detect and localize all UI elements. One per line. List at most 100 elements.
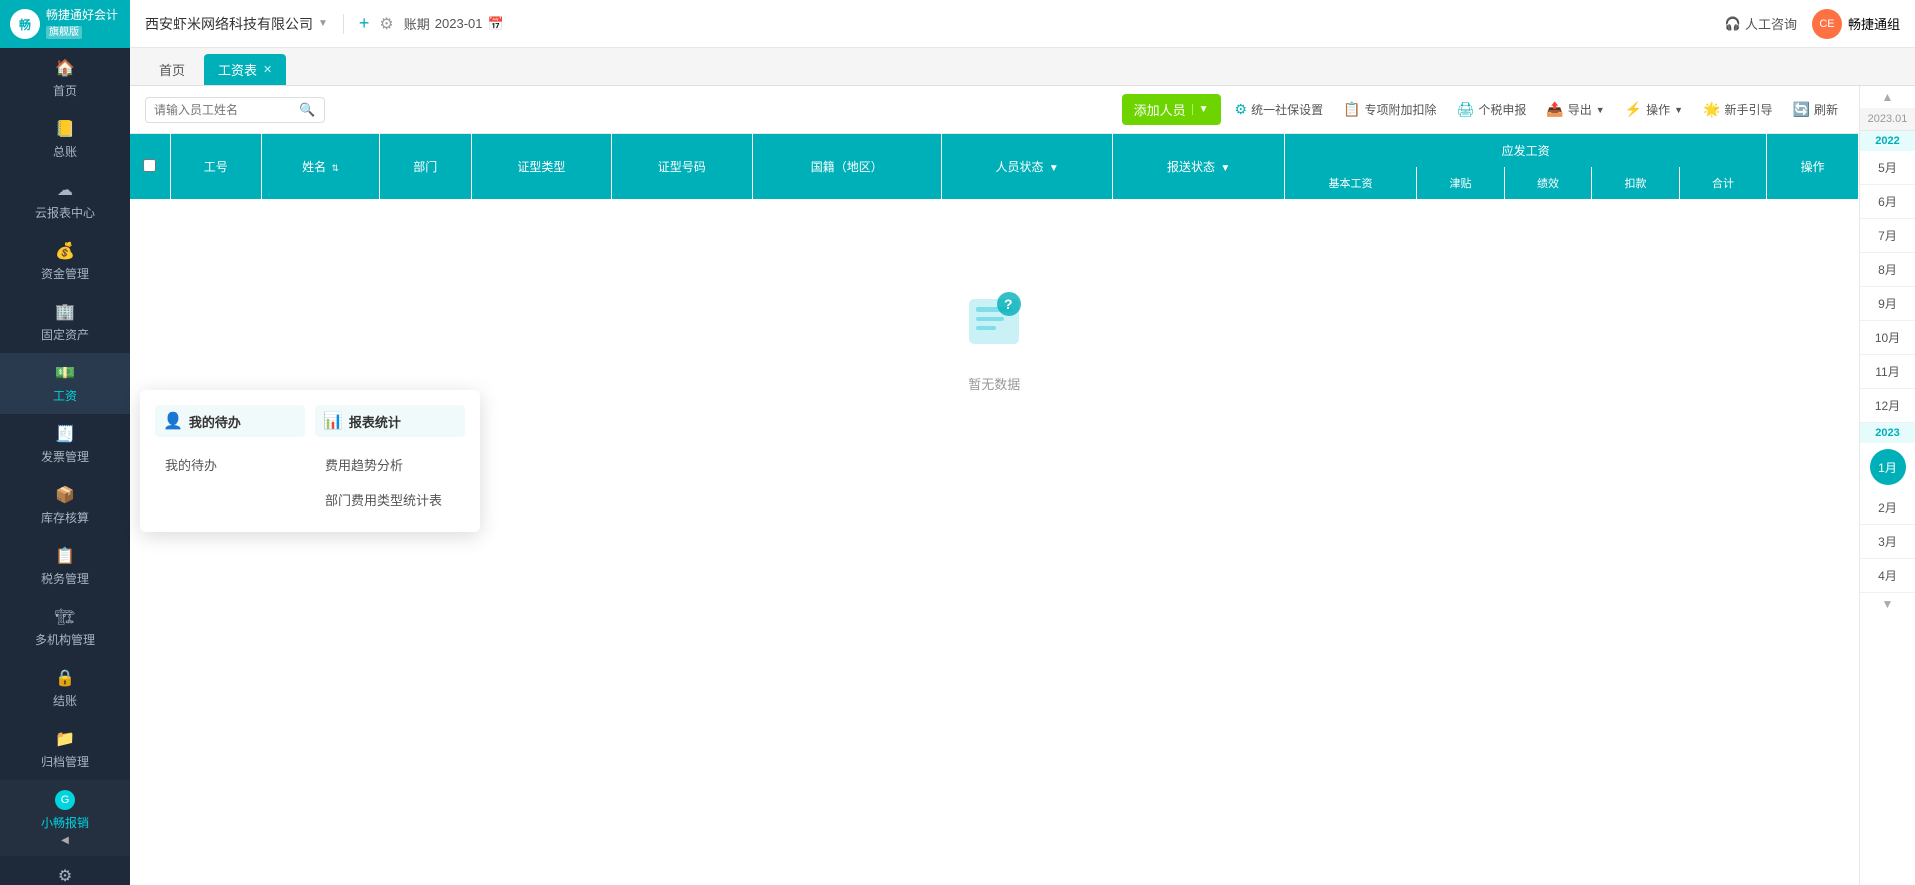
th-nationality: 国籍（地区） <box>752 134 941 199</box>
add-company-button[interactable]: + <box>359 13 370 34</box>
user-menu[interactable]: CE 畅捷通组 <box>1812 9 1900 39</box>
tabbar: 首页 工资表 ✕ <box>130 48 1915 86</box>
popup-item-my-pending[interactable]: 我的待办 <box>155 447 305 482</box>
sidebar-item-multi-org[interactable]: 🏗 多机构管理 <box>0 597 130 658</box>
month-2023-3[interactable]: 3月 <box>1860 525 1915 559</box>
popup-item-dept-cost[interactable]: 部门费用类型统计表 <box>315 482 465 517</box>
export-action[interactable]: 📤 导出 ▼ <box>1540 97 1610 122</box>
popup-item-cost-trend[interactable]: 费用趋势分析 <box>315 447 465 482</box>
checkbox-header[interactable] <box>130 134 170 199</box>
operation-icon: ⚡ <box>1625 101 1642 118</box>
fund-icon: 💰 <box>55 241 75 261</box>
month-nav-up[interactable]: ▲ <box>1860 86 1915 108</box>
invoice-icon: 🧾 <box>55 424 75 444</box>
tab-salary[interactable]: 工资表 ✕ <box>204 54 286 85</box>
topbar-divider-1 <box>343 14 344 34</box>
sidebar-item-basic[interactable]: ⚙ 基础设置 <box>0 856 130 885</box>
sidebar-item-invoice[interactable]: 🧾 发票管理 <box>0 414 130 475</box>
month-2022-7[interactable]: 7月 <box>1860 219 1915 253</box>
month-2022-8[interactable]: 8月 <box>1860 253 1915 287</box>
popup-section-2-title: 📊 报表统计 <box>315 405 465 437</box>
multi-org-icon: 🏗 <box>55 607 75 627</box>
company-dropdown-arrow: ▼ <box>318 18 328 29</box>
month-2022-11[interactable]: 11月 <box>1860 355 1915 389</box>
headset-icon: 🎧 <box>1725 16 1741 32</box>
sidebar-item-fund[interactable]: 💰 资金管理 <box>0 231 130 292</box>
sidebar-item-closing[interactable]: 🔒 结账 <box>0 658 130 719</box>
sidebar-item-xiaochang[interactable]: G 小畅报销 ◀ <box>0 780 130 856</box>
month-2023-4[interactable]: 4月 <box>1860 559 1915 593</box>
avatar: CE <box>1812 9 1842 39</box>
th-person-status[interactable]: 人员状态 ▼ <box>941 134 1113 199</box>
popup-grid: 👤 我的待办 我的待办 📊 报表统计 费用趋势分析 部门费用类型统计表 <box>155 405 465 517</box>
social-insurance-action[interactable]: ⚙ 统一社保设置 <box>1229 97 1330 122</box>
year-2022-label: 2022 <box>1860 131 1915 151</box>
add-person-button[interactable]: 添加人员 ▼ <box>1122 94 1221 125</box>
sidebar-item-cloud-report[interactable]: ☁ 云报表中心 <box>0 170 130 231</box>
period-display: 账期 2023-01 📅 <box>404 14 504 33</box>
month-2022-5[interactable]: 5月 <box>1860 151 1915 185</box>
sidebar-item-home[interactable]: 🏠 首页 <box>0 48 130 109</box>
popup-section-1: 👤 我的待办 我的待办 <box>155 405 305 517</box>
th-cert-number: 证型号码 <box>612 134 752 199</box>
year-2023-label: 2023 <box>1860 423 1915 443</box>
sidebar-item-ledger[interactable]: 📒 总账 <box>0 109 130 170</box>
month-sidebar: ▲ 2023.01 2022 5月 6月 7月 8月 9月 10月 11月 12… <box>1859 86 1915 885</box>
search-input[interactable] <box>154 103 294 117</box>
newbie-guide-action[interactable]: 🌟 新手引导 <box>1697 97 1778 122</box>
xiaochang-icon: G <box>55 790 75 810</box>
service-button[interactable]: 🎧 人工咨询 <box>1725 14 1797 33</box>
sidebar-item-fixed-assets[interactable]: 🏢 固定资产 <box>0 292 130 353</box>
inventory-icon: 📦 <box>55 485 75 505</box>
th-name[interactable]: 姓名 ⇅ <box>262 134 380 199</box>
month-2023-2[interactable]: 2月 <box>1860 491 1915 525</box>
th-total: 合计 <box>1679 167 1767 199</box>
th-performance: 绩效 <box>1504 167 1592 199</box>
search-icon[interactable]: 🔍 <box>299 102 315 118</box>
person-status-filter[interactable]: ▼ <box>1049 163 1059 174</box>
name-sort-icon[interactable]: ⇅ <box>331 163 339 173</box>
month-2022-10[interactable]: 10月 <box>1860 321 1915 355</box>
add-person-chevron: ▼ <box>1192 104 1209 115</box>
company-selector[interactable]: 西安虾米网络科技有限公司 ▼ <box>145 14 328 34</box>
th-employee-id: 工号 <box>170 134 262 199</box>
calendar-icon[interactable]: 📅 <box>488 16 504 32</box>
tab-close-salary[interactable]: ✕ <box>263 63 272 76</box>
select-all-checkbox[interactable] <box>143 159 156 172</box>
special-deduct-action[interactable]: 📋 专项附加扣除 <box>1337 97 1442 122</box>
company-settings-button[interactable]: ⚙ <box>379 14 393 34</box>
topbar: 西安虾米网络科技有限公司 ▼ + ⚙ 账期 2023-01 📅 🎧 人工咨询 C… <box>130 0 1915 48</box>
tax-icon: 📋 <box>55 546 75 566</box>
month-2022-9[interactable]: 9月 <box>1860 287 1915 321</box>
report-icon: 📊 <box>323 411 343 431</box>
svg-text:?: ? <box>1004 296 1013 312</box>
social-insurance-icon: ⚙ <box>1235 101 1248 118</box>
operation-chevron: ▼ <box>1674 105 1683 115</box>
month-nav-down[interactable]: ▼ <box>1860 593 1915 615</box>
newbie-guide-icon: 🌟 <box>1703 101 1720 118</box>
th-operation: 操作 <box>1767 134 1859 199</box>
operation-action[interactable]: ⚡ 操作 ▼ <box>1619 97 1689 122</box>
sidebar-item-salary[interactable]: 💵 工资 <box>0 353 130 414</box>
tax-report-action[interactable]: 🖨 个税申报 <box>1451 97 1533 122</box>
sidebar-item-archive[interactable]: 📁 归档管理 <box>0 719 130 780</box>
search-box: 🔍 <box>145 97 325 123</box>
refresh-icon: 🔄 <box>1793 101 1810 118</box>
report-status-filter[interactable]: ▼ <box>1220 163 1230 174</box>
sidebar-item-tax[interactable]: 📋 税务管理 <box>0 536 130 597</box>
month-2022-12[interactable]: 12月 <box>1860 389 1915 423</box>
refresh-action[interactable]: 🔄 刷新 <box>1787 97 1844 122</box>
export-chevron: ▼ <box>1596 105 1605 115</box>
special-deduct-icon: 📋 <box>1343 101 1360 118</box>
toolbar: 🔍 添加人员 ▼ ⚙ 统一社保设置 📋 专项附加扣除 <box>130 86 1859 134</box>
month-2023-1[interactable]: 1月 <box>1870 449 1906 485</box>
month-2022-6[interactable]: 6月 <box>1860 185 1915 219</box>
th-report-status[interactable]: 报送状态 ▼ <box>1113 134 1285 199</box>
sidebar-item-inventory[interactable]: 📦 库存核算 <box>0 475 130 536</box>
month-sidebar-header: 2023.01 <box>1860 108 1915 131</box>
ledger-icon: 📒 <box>55 119 75 139</box>
table-header-row-1: 工号 姓名 ⇅ 部门 证型类型 证型号码 国籍（地区） 人员状态 ▼ <box>130 134 1859 167</box>
home-icon: 🏠 <box>55 58 75 78</box>
tab-home[interactable]: 首页 <box>145 54 199 85</box>
logo-text: 畅捷通好会计 旗舰版 <box>46 8 118 39</box>
